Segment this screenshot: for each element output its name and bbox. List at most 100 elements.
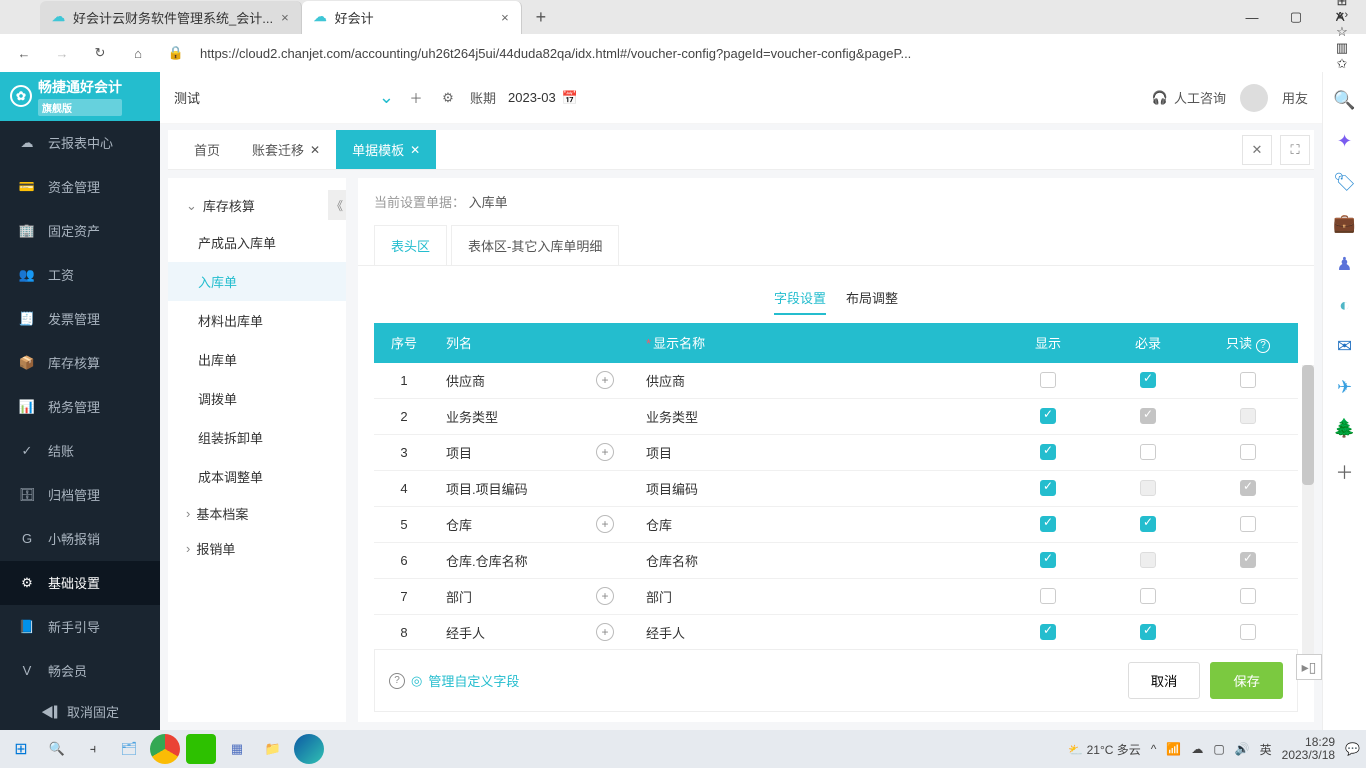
close-all-tabs-button[interactable]: ✕	[1242, 135, 1272, 165]
cell-display[interactable]: 仓库	[634, 506, 998, 542]
checkbox[interactable]	[1040, 552, 1056, 568]
sidebar-item[interactable]: 👥工资	[0, 253, 160, 297]
gear-icon[interactable]: ⚙	[438, 90, 458, 106]
wechat-icon[interactable]	[186, 734, 216, 764]
cell-display[interactable]: 供应商	[634, 363, 998, 399]
task-view-button[interactable]: ⫞	[78, 734, 108, 764]
tree-node-basic[interactable]: 基本档案	[168, 496, 346, 531]
start-button[interactable]: ⊞	[6, 734, 36, 764]
cell-display[interactable]: 经手人	[634, 614, 998, 650]
maximize-button[interactable]: ▢	[1276, 2, 1316, 32]
cell-display[interactable]: 项目编码	[634, 470, 998, 506]
page-tab[interactable]: 账套迁移✕	[236, 130, 336, 169]
checkbox[interactable]	[1140, 588, 1156, 604]
sidebar-item[interactable]: 📘新手引导	[0, 605, 160, 649]
tree-leaf[interactable]: 成本调整单	[168, 457, 346, 496]
tree-icon[interactable]: 🌲	[1333, 418, 1355, 439]
extensions-icon[interactable]: ⊞	[1328, 0, 1356, 9]
fullscreen-button[interactable]: ⛶	[1280, 135, 1310, 165]
collections-icon[interactable]: ▥	[1328, 40, 1356, 56]
checkbox[interactable]	[1240, 444, 1256, 460]
tab-close-icon[interactable]: ×	[501, 10, 509, 25]
tray-chevron-icon[interactable]: ^	[1151, 742, 1157, 756]
add-tool-icon[interactable]: ＋	[1336, 459, 1354, 485]
save-button[interactable]: 保存	[1210, 662, 1283, 699]
checkbox[interactable]	[1140, 516, 1156, 532]
wifi-icon[interactable]: 📶	[1166, 742, 1181, 756]
search-icon[interactable]: 🔍	[1333, 90, 1355, 111]
checkbox[interactable]	[1140, 372, 1156, 388]
checkbox[interactable]	[1040, 624, 1056, 640]
sidebar-item[interactable]: 💳资金管理	[0, 165, 160, 209]
checkbox[interactable]	[1040, 516, 1056, 532]
refresh-button[interactable]: ↻	[86, 39, 114, 67]
home-button[interactable]: ⌂	[124, 39, 152, 67]
ime-indicator[interactable]: 英	[1260, 741, 1272, 758]
sidebar-item[interactable]: 📊税务管理	[0, 385, 160, 429]
piece-icon[interactable]: ♟	[1336, 254, 1352, 275]
sidebar-item[interactable]: G小畅报销	[0, 517, 160, 561]
edge-icon[interactable]	[294, 734, 324, 764]
address-bar[interactable]: https://cloud2.chanjet.com/accounting/uh…	[200, 46, 1318, 61]
battery-icon[interactable]: ▢	[1213, 742, 1224, 756]
chrome-icon[interactable]	[150, 734, 180, 764]
calendar-app-icon[interactable]: ▦	[222, 734, 252, 764]
notifications-button[interactable]: 💬	[1345, 742, 1360, 756]
checkbox[interactable]	[1240, 516, 1256, 532]
clock[interactable]: 18:29 2023/3/18	[1282, 736, 1335, 762]
outlook-icon[interactable]: ✉	[1337, 336, 1352, 357]
org-selector[interactable]: 测试 ⌄	[174, 87, 394, 108]
onedrive-icon[interactable]: ☁	[1191, 742, 1203, 756]
sidebar-collapse-toggle[interactable]: ◀▎取消固定	[0, 693, 160, 730]
tab-header-area[interactable]: 表头区	[374, 225, 447, 265]
sidebar-item[interactable]: V畅会员	[0, 649, 160, 693]
browser-tab-1[interactable]: ☁ 好会计云财务软件管理系统_会计... ×	[40, 1, 302, 34]
scrollbar[interactable]	[1302, 365, 1314, 665]
checkbox[interactable]	[1240, 372, 1256, 388]
cell-display[interactable]: 仓库名称	[634, 542, 998, 578]
forward-button[interactable]: →	[48, 39, 76, 67]
send-icon[interactable]: ✈	[1337, 377, 1352, 398]
tree-leaf[interactable]: 调拨单	[168, 379, 346, 418]
tree-node-expense[interactable]: 报销单	[168, 531, 346, 566]
collapse-tree-button[interactable]: 《	[328, 190, 346, 220]
sidebar-item[interactable]: 📦库存核算	[0, 341, 160, 385]
custom-fields-link[interactable]: 管理自定义字段	[428, 671, 519, 690]
sidebar-item[interactable]: 🧾发票管理	[0, 297, 160, 341]
user-avatar[interactable]	[1240, 84, 1268, 112]
sparkle-icon[interactable]: ✦	[1337, 131, 1352, 152]
sidebar-item[interactable]: ✓结账	[0, 429, 160, 473]
checkbox[interactable]	[1140, 624, 1156, 640]
back-button[interactable]: ←	[10, 39, 38, 67]
add-icon[interactable]: ＋	[406, 88, 426, 107]
checkbox[interactable]	[1040, 372, 1056, 388]
sidebar-item[interactable]: 🗄归档管理	[0, 473, 160, 517]
new-tab-button[interactable]: +	[522, 1, 561, 34]
text-size-icon[interactable]: A›	[1328, 9, 1356, 24]
tree-leaf[interactable]: 产成品入库单	[168, 223, 346, 262]
favorites-bar-icon[interactable]: ✩	[1328, 56, 1356, 72]
tree-node-inventory[interactable]: 库存核算	[168, 188, 346, 223]
add-icon[interactable]: +	[596, 623, 614, 641]
add-icon[interactable]: +	[596, 587, 614, 605]
tree-leaf[interactable]: 材料出库单	[168, 301, 346, 340]
support-link[interactable]: 🎧 人工咨询	[1152, 88, 1226, 107]
swirl-icon[interactable]: ◐	[1339, 295, 1350, 316]
favorite-icon[interactable]: ☆	[1328, 24, 1356, 40]
cell-display[interactable]: 项目	[634, 434, 998, 470]
sidebar-item[interactable]: 🏢固定资产	[0, 209, 160, 253]
folder-icon[interactable]: 📁	[258, 734, 288, 764]
cell-display[interactable]: 业务类型	[634, 398, 998, 434]
weather-widget[interactable]: ⛅ 21°C 多云	[1068, 741, 1140, 758]
explorer-icon[interactable]: 🗂	[114, 734, 144, 764]
browser-tab-2[interactable]: ☁ 好会计 ×	[302, 1, 522, 34]
cell-display[interactable]: 部门	[634, 578, 998, 614]
tab-close-icon[interactable]: ✕	[310, 143, 320, 157]
tab-layout-config[interactable]: 布局调整	[846, 282, 898, 315]
tree-leaf[interactable]: 出库单	[168, 340, 346, 379]
add-icon[interactable]: +	[596, 371, 614, 389]
checkbox[interactable]	[1040, 408, 1056, 424]
side-panel-toggle[interactable]: ▸▯	[1296, 654, 1322, 680]
tab-field-config[interactable]: 字段设置	[774, 282, 826, 315]
period-picker[interactable]: 2023-03 📅	[508, 90, 578, 106]
